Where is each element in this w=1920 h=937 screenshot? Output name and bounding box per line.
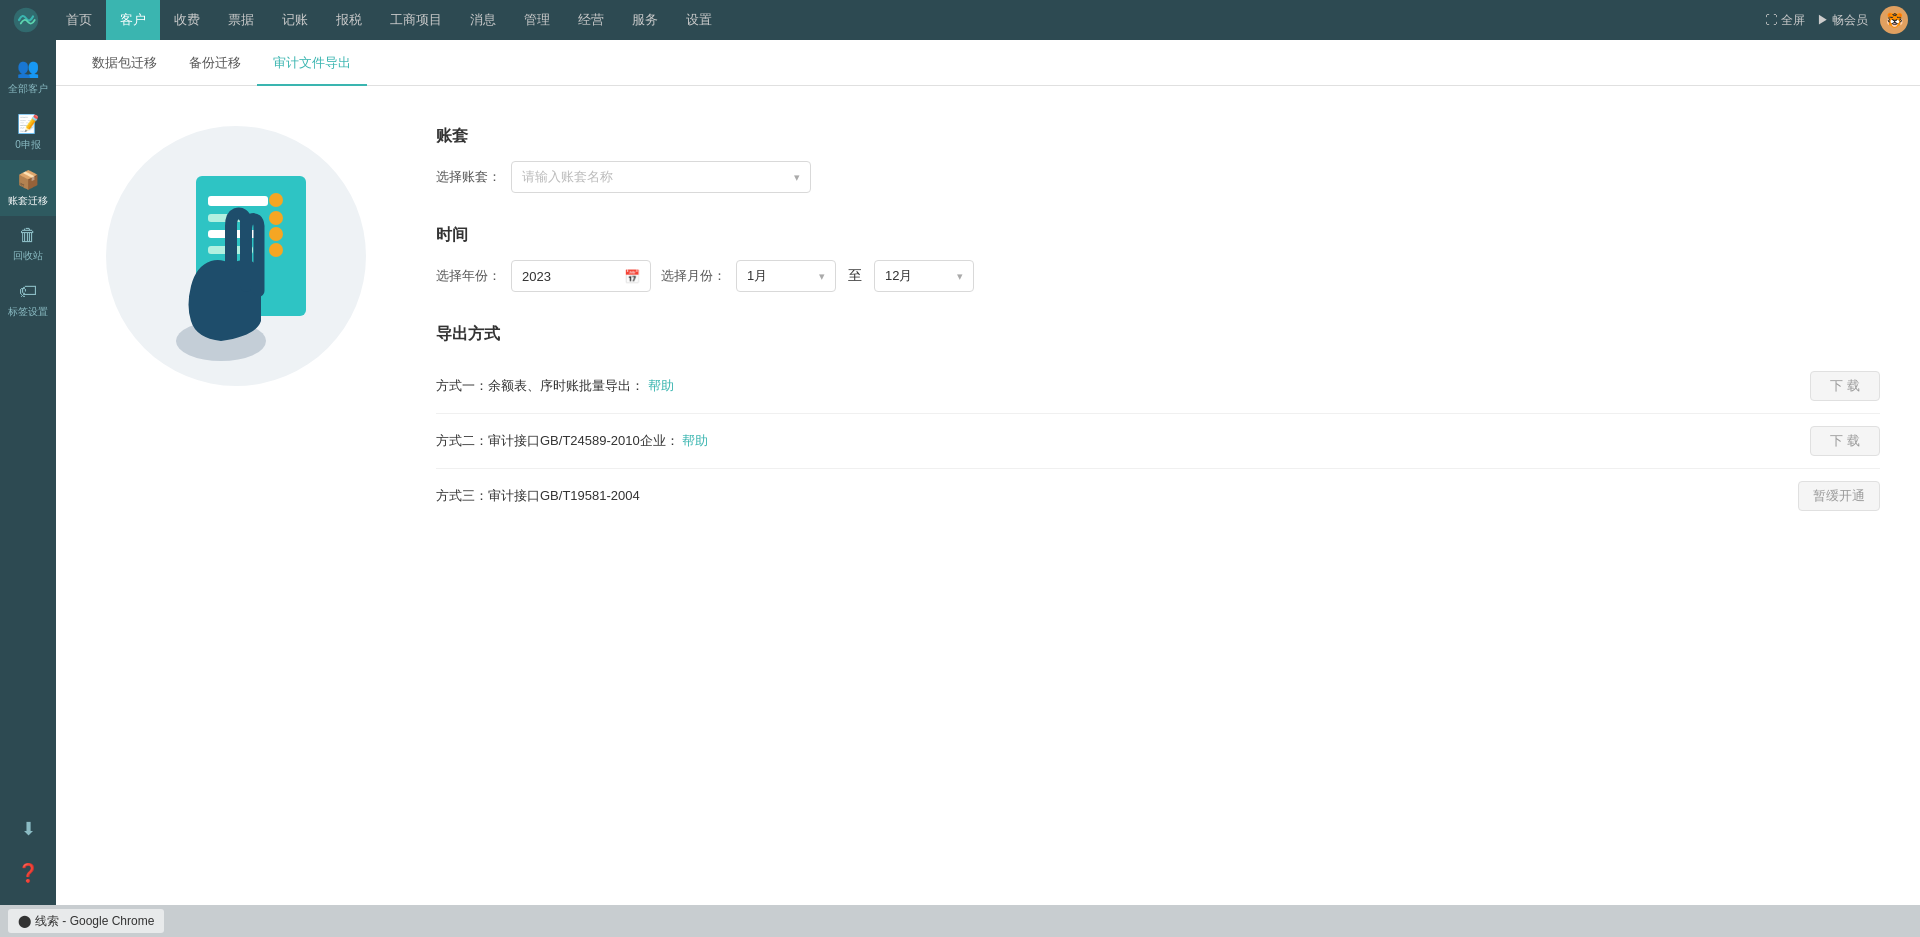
nav-fee[interactable]: 收费 bbox=[160, 0, 214, 40]
account-select[interactable]: 请输入账套名称 ▾ bbox=[511, 161, 811, 193]
svg-point-7 bbox=[269, 193, 283, 207]
nav-manage[interactable]: 管理 bbox=[510, 0, 564, 40]
sidebar-item-account-migration[interactable]: 📦 账套迁移 bbox=[0, 160, 56, 216]
method-3-soon-btn[interactable]: 暂缓开通 bbox=[1798, 481, 1880, 511]
users-icon: 👥 bbox=[17, 57, 39, 79]
svg-point-10 bbox=[269, 243, 283, 257]
time-form-row: 选择年份： 2023 📅 选择月份： 1月 ▾ 至 12月 ▾ bbox=[436, 260, 1880, 292]
form-area: 账套 选择账套： 请输入账套名称 ▾ 时间 选择年份： 2023 📅 bbox=[436, 116, 1880, 523]
year-value: 2023 bbox=[522, 269, 551, 284]
svg-point-8 bbox=[269, 211, 283, 225]
illustration-area bbox=[96, 116, 376, 396]
taskbar: ⬤ 线索 - Google Chrome bbox=[0, 905, 1920, 937]
sidebar-bottom: ⬇ ❓ bbox=[8, 809, 48, 905]
top-nav-right: ⛶ 全屏 ▶ 畅会员 🐯 bbox=[1765, 6, 1920, 34]
method-1-help-link[interactable]: 帮助 bbox=[648, 378, 674, 393]
method-3-label: 方式三：审计接口GB/T19581-2004 bbox=[436, 487, 1798, 505]
logo bbox=[8, 2, 44, 38]
top-nav: 首页 客户 收费 票据 记账 报税 工商项目 消息 管理 经营 服务 设置 ⛶ … bbox=[0, 0, 1920, 40]
month-separator: 至 bbox=[846, 267, 864, 285]
account-select-label: 选择账套： bbox=[436, 168, 501, 186]
avatar[interactable]: 🐯 bbox=[1880, 6, 1908, 34]
chrome-icon: ⬤ bbox=[18, 914, 31, 928]
page-content: 账套 选择账套： 请输入账套名称 ▾ 时间 选择年份： 2023 📅 bbox=[56, 86, 1920, 905]
tab-backup-migration[interactable]: 备份迁移 bbox=[173, 42, 257, 86]
svg-point-9 bbox=[269, 227, 283, 241]
year-label: 选择年份： bbox=[436, 267, 501, 285]
nav-tax[interactable]: 报税 bbox=[322, 0, 376, 40]
method-1-label: 方式一：余额表、序时账批量导出： 帮助 bbox=[436, 377, 1810, 395]
taskbar-item-label: 线索 - Google Chrome bbox=[35, 913, 154, 930]
circle-bg bbox=[106, 126, 366, 386]
nav-invoice[interactable]: 票据 bbox=[214, 0, 268, 40]
tag-icon: 🏷 bbox=[19, 281, 37, 302]
fullscreen-btn[interactable]: ⛶ 全屏 bbox=[1765, 12, 1804, 29]
month-from-select[interactable]: 1月 ▾ bbox=[736, 260, 836, 292]
month-from-chevron: ▾ bbox=[819, 270, 825, 283]
nav-message[interactable]: 消息 bbox=[456, 0, 510, 40]
export-method-3: 方式三：审计接口GB/T19581-2004 暂缓开通 bbox=[436, 469, 1880, 523]
nav-business[interactable]: 工商项目 bbox=[376, 0, 456, 40]
sidebar-item-tag-settings[interactable]: 🏷 标签设置 bbox=[0, 272, 56, 328]
sub-tabs: 数据包迁移 备份迁移 审计文件导出 bbox=[56, 40, 1920, 86]
trash-icon: 🗑 bbox=[19, 225, 37, 246]
account-section-title: 账套 bbox=[436, 126, 1880, 147]
account-select-chevron: ▾ bbox=[794, 171, 800, 184]
sidebar-item-all-customers[interactable]: 👥 全部客户 bbox=[0, 48, 56, 104]
nav-bookkeeping[interactable]: 记账 bbox=[268, 0, 322, 40]
account-form-row: 选择账套： 请输入账套名称 ▾ bbox=[436, 161, 1880, 193]
month-label: 选择月份： bbox=[661, 267, 726, 285]
method-2-label: 方式二：审计接口GB/T24589-2010企业： 帮助 bbox=[436, 432, 1810, 450]
calendar-icon: 📅 bbox=[624, 269, 640, 284]
nav-home[interactable]: 首页 bbox=[52, 0, 106, 40]
nav-items: 首页 客户 收费 票据 记账 报税 工商项目 消息 管理 经营 服务 设置 bbox=[52, 0, 1765, 40]
month-to-select[interactable]: 12月 ▾ bbox=[874, 260, 974, 292]
tab-audit-export[interactable]: 审计文件导出 bbox=[257, 42, 367, 86]
left-sidebar: 👥 全部客户 📝 0申报 📦 账套迁移 🗑 回收站 🏷 标签设置 ⬇ ❓ bbox=[0, 40, 56, 905]
taskbar-chrome-item[interactable]: ⬤ 线索 - Google Chrome bbox=[8, 909, 164, 933]
method-1-download-btn[interactable]: 下 载 bbox=[1810, 371, 1880, 401]
account-select-placeholder: 请输入账套名称 bbox=[522, 168, 613, 186]
export-method-2: 方式二：审计接口GB/T24589-2010企业： 帮助 下 载 bbox=[436, 414, 1880, 469]
month-from-value: 1月 bbox=[747, 267, 767, 285]
main-layout: 👥 全部客户 📝 0申报 📦 账套迁移 🗑 回收站 🏷 标签设置 ⬇ ❓ 数据包… bbox=[0, 40, 1920, 905]
month-to-value: 12月 bbox=[885, 267, 912, 285]
nav-service[interactable]: 服务 bbox=[618, 0, 672, 40]
nav-customer[interactable]: 客户 bbox=[106, 0, 160, 40]
nav-settings[interactable]: 设置 bbox=[672, 0, 726, 40]
migration-icon: 📦 bbox=[17, 169, 39, 191]
year-input[interactable]: 2023 📅 bbox=[511, 260, 651, 292]
nav-operation[interactable]: 经营 bbox=[564, 0, 618, 40]
method-2-help-link[interactable]: 帮助 bbox=[682, 433, 708, 448]
tab-data-migration[interactable]: 数据包迁移 bbox=[76, 42, 173, 86]
sidebar-item-zero-declaration[interactable]: 📝 0申报 bbox=[0, 104, 56, 160]
member-btn[interactable]: ▶ 畅会员 bbox=[1817, 12, 1868, 29]
time-section-title: 时间 bbox=[436, 225, 1880, 246]
method-2-download-btn[interactable]: 下 载 bbox=[1810, 426, 1880, 456]
month-to-chevron: ▾ bbox=[957, 270, 963, 283]
content-area: 数据包迁移 备份迁移 审计文件导出 bbox=[56, 40, 1920, 905]
sidebar-download-icon[interactable]: ⬇ bbox=[8, 809, 48, 849]
sidebar-help-icon[interactable]: ❓ bbox=[8, 853, 48, 893]
declaration-icon: 📝 bbox=[17, 113, 39, 135]
svg-rect-2 bbox=[208, 196, 268, 206]
sidebar-item-recycle[interactable]: 🗑 回收站 bbox=[0, 216, 56, 272]
export-section-title: 导出方式 bbox=[436, 324, 1880, 345]
export-method-1: 方式一：余额表、序时账批量导出： 帮助 下 载 bbox=[436, 359, 1880, 414]
